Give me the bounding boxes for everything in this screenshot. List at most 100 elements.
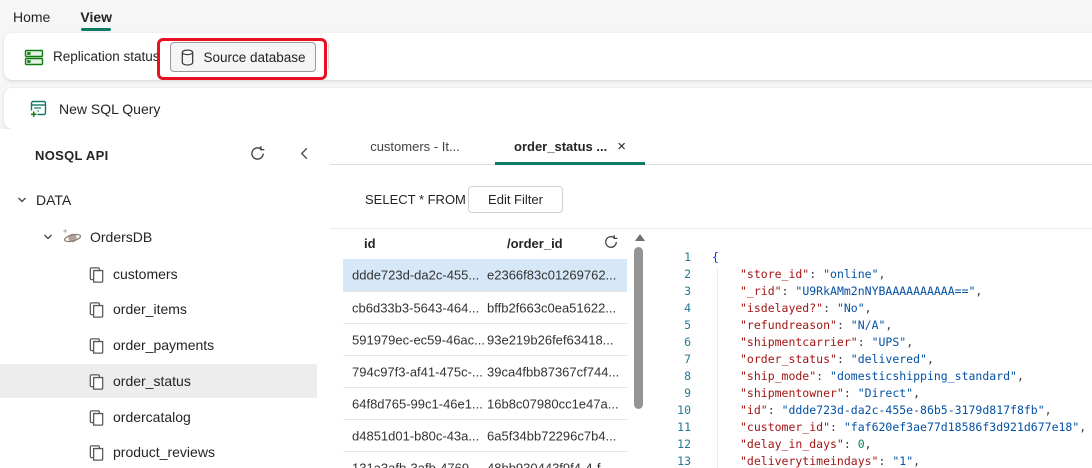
main-area: NOSQL API DATA OrdersDB customers order_… bbox=[0, 129, 1092, 468]
line-number: 13 bbox=[677, 454, 691, 468]
new-sql-query-button[interactable]: New SQL Query bbox=[4, 88, 1092, 129]
sidebar: NOSQL API DATA OrdersDB customers order_… bbox=[0, 129, 330, 468]
cell-order-id: 16b8c07980cc1e47a... bbox=[487, 396, 619, 411]
chevron-down-icon[interactable] bbox=[16, 194, 28, 206]
ribbon-tab-bar: Home View bbox=[0, 0, 112, 33]
sidebar-item-product_reviews[interactable]: product_reviews bbox=[88, 435, 215, 468]
cell-id: 64f8d765-99c1-46e1... bbox=[352, 396, 483, 411]
table-row[interactable]: 64f8d765-99c1-46e1... 16b8c07980cc1e47a..… bbox=[343, 387, 627, 419]
query-row-divider bbox=[330, 228, 1092, 229]
cell-order-id: e2366f83c01269762... bbox=[487, 267, 617, 283]
container-label: customers bbox=[113, 266, 178, 282]
new-sql-query-label: New SQL Query bbox=[59, 100, 161, 117]
app-window: Home View Replication status Source data… bbox=[0, 0, 1092, 468]
line-number: 3 bbox=[684, 284, 691, 298]
sql-query-text: SELECT * FROM c bbox=[365, 192, 477, 207]
cell-order-id: 39ca4fbb87367cf744... bbox=[487, 364, 620, 379]
code-line: "id": "ddde723d-da2c-455e-86b5-3179d817f… bbox=[740, 403, 1052, 417]
ribbon-toolbar: Replication status Source database bbox=[4, 33, 1092, 80]
source-database-label: Source database bbox=[203, 49, 306, 65]
line-number: 10 bbox=[677, 403, 691, 417]
tab-customers[interactable]: customers - It... bbox=[340, 129, 490, 164]
scroll-up-icon[interactable] bbox=[635, 234, 645, 241]
replication-status-icon bbox=[24, 49, 44, 65]
container-label: order_payments bbox=[113, 337, 215, 353]
code-line: "shipmentowner": "Direct", bbox=[740, 386, 921, 400]
line-number: 4 bbox=[684, 301, 691, 315]
active-tab-underline bbox=[495, 162, 645, 165]
line-number: 7 bbox=[684, 352, 691, 366]
cosmos-planet-icon bbox=[63, 229, 82, 243]
cell-id: cb6d33b3-5643-464... bbox=[352, 300, 480, 315]
sidebar-item-ordercatalog[interactable]: ordercatalog bbox=[88, 400, 191, 434]
container-label: order_items bbox=[113, 301, 187, 317]
refresh-icon[interactable] bbox=[249, 145, 266, 162]
code-line: "customer_id": "faf620ef3ae77d18586f3d92… bbox=[740, 420, 1087, 434]
document-icon bbox=[89, 444, 104, 461]
document-icon bbox=[89, 266, 104, 283]
line-number: 5 bbox=[684, 318, 691, 332]
code-line: "store_id": "online", bbox=[740, 267, 886, 281]
close-icon[interactable]: × bbox=[617, 139, 626, 154]
cell-order-id: 48bb930443f9f4-4-f... bbox=[487, 460, 612, 468]
table-scrollbar-thumb[interactable] bbox=[634, 247, 643, 409]
document-icon bbox=[89, 301, 104, 318]
line-number: 6 bbox=[684, 335, 691, 349]
database-icon bbox=[182, 48, 194, 66]
tab-view[interactable]: View bbox=[80, 9, 112, 31]
code-line: "refundreason": "N/A", bbox=[740, 318, 893, 332]
document-icon bbox=[89, 373, 104, 390]
table-row[interactable]: 794c97f3-af41-475c-... 39ca4fbb87367cf744… bbox=[343, 355, 627, 387]
tree-item-label: OrdersDB bbox=[90, 229, 153, 245]
code-line: "deliverytimeindays": "1", bbox=[740, 454, 921, 468]
replication-status-label: Replication status bbox=[53, 49, 160, 64]
collapse-chevron-left-icon[interactable] bbox=[297, 146, 312, 161]
line-number: 9 bbox=[684, 386, 691, 400]
source-database-button[interactable]: Source database bbox=[170, 42, 316, 72]
sidebar-item-customers[interactable]: customers bbox=[88, 257, 178, 291]
sidebar-item-order_status[interactable]: order_status bbox=[88, 364, 191, 398]
table-row[interactable]: 131a3afb-3afb-4769... 48bb930443f9f4-4-f.… bbox=[343, 451, 627, 468]
column-header-id[interactable]: id bbox=[364, 236, 376, 251]
code-line: "delay_in_days": 0, bbox=[740, 437, 872, 451]
tree-item-ordersdb[interactable]: OrdersDB bbox=[42, 224, 152, 250]
cell-id: 591979ec-ec59-46ac... bbox=[352, 332, 485, 347]
table-row[interactable]: cb6d33b3-5643-464... bffb2f663c0ea51622..… bbox=[343, 291, 627, 323]
cell-order-id: bffb2f663c0ea51622... bbox=[487, 300, 617, 315]
container-label: order_status bbox=[113, 373, 191, 389]
column-header-order-id[interactable]: /order_id bbox=[507, 236, 563, 251]
code-line: "isdelayed?": "No", bbox=[740, 301, 872, 315]
tree-item-label: DATA bbox=[36, 192, 72, 208]
json-document-editor[interactable]: {"store_id": "online", "_rid": "U9RkAMm2n… bbox=[712, 249, 1086, 468]
line-number: 1 bbox=[684, 250, 691, 264]
table-row[interactable]: d4851d01-b80c-43a... 6a5f34bb72296c7b4... bbox=[343, 419, 627, 451]
cell-id: d4851d01-b80c-43a... bbox=[352, 428, 480, 443]
content-area: customers - It... order_status ... × SEL… bbox=[330, 129, 1092, 468]
tab-home[interactable]: Home bbox=[13, 9, 50, 25]
cell-order-id: 6a5f34bb72296c7b4... bbox=[487, 428, 617, 443]
container-label: ordercatalog bbox=[113, 409, 191, 425]
line-number: 2 bbox=[684, 267, 691, 281]
api-title: NOSQL API bbox=[35, 148, 109, 163]
tab-label: customers - It... bbox=[370, 139, 460, 154]
line-number: 11 bbox=[677, 420, 691, 434]
cell-id: 131a3afb-3afb-4769... bbox=[352, 460, 480, 468]
sidebar-item-order_items[interactable]: order_items bbox=[88, 292, 187, 326]
container-label: product_reviews bbox=[113, 444, 215, 460]
tab-order-status[interactable]: order_status ... × bbox=[495, 129, 645, 164]
sidebar-item-order_payments[interactable]: order_payments bbox=[88, 328, 214, 362]
code-line: { bbox=[712, 250, 719, 264]
cell-order-id: 93e219b26fef63418... bbox=[487, 332, 614, 347]
table-row[interactable]: ddde723d-da2c-455... e2366f83c01269762... bbox=[343, 259, 627, 291]
table-refresh-icon[interactable] bbox=[603, 234, 619, 250]
tree-item-data[interactable]: DATA bbox=[16, 187, 71, 213]
code-line: "shipmentcarrier": "UPS", bbox=[740, 335, 914, 349]
toolbar-divider bbox=[328, 44, 329, 69]
edit-filter-button[interactable]: Edit Filter bbox=[468, 186, 563, 213]
cell-id: ddde723d-da2c-455... bbox=[352, 267, 480, 283]
new-sql-query-icon bbox=[30, 100, 47, 118]
cell-id: 794c97f3-af41-475c-... bbox=[352, 364, 483, 379]
chevron-down-icon[interactable] bbox=[42, 231, 54, 243]
replication-status-button[interactable]: Replication status bbox=[14, 40, 170, 73]
table-row[interactable]: 591979ec-ec59-46ac... 93e219b26fef63418..… bbox=[343, 323, 627, 355]
